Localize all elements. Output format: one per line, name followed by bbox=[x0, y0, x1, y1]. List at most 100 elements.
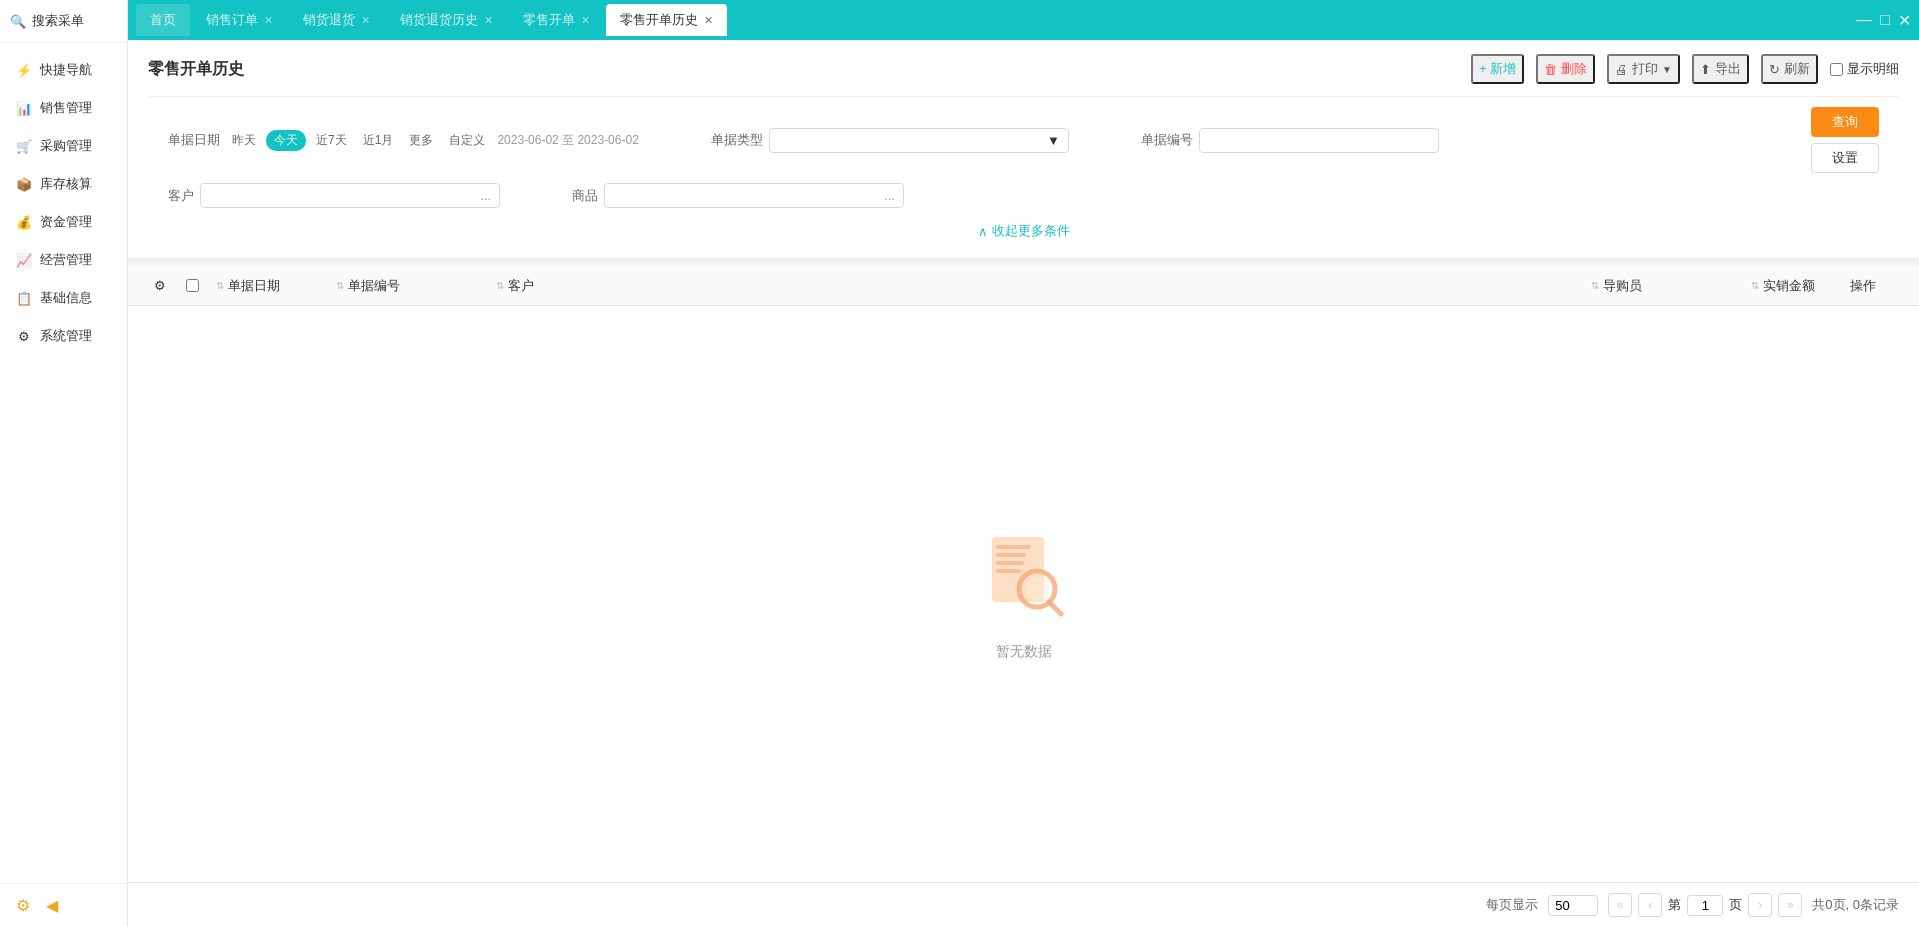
print-icon: 🖨 bbox=[1615, 62, 1628, 77]
col-no: ⇅ 单据编号 bbox=[328, 277, 488, 295]
export-icon: ⬆ bbox=[1700, 62, 1711, 77]
shortcut-1month[interactable]: 近1月 bbox=[357, 130, 400, 151]
settings-button[interactable]: 设置 bbox=[1811, 143, 1879, 173]
collapse-arrow-icon: ∧ bbox=[978, 224, 988, 239]
goods-input[interactable]: ... bbox=[604, 183, 904, 208]
sidebar-item-purchase-mgmt[interactable]: 🛒采购管理 bbox=[0, 127, 127, 165]
type-select[interactable]: ▼ bbox=[769, 128, 1069, 153]
tab-close-sales-order[interactable]: ✕ bbox=[264, 14, 273, 27]
tab-retail-open[interactable]: 零售开单 ✕ bbox=[509, 4, 604, 36]
table-area: ⚙ ⇅ 单据日期 ⇅ 单据编号 ⇅ 客户 ⇅ 导购员 bbox=[128, 266, 1919, 882]
page-number-input[interactable] bbox=[1687, 895, 1723, 916]
col-check bbox=[176, 279, 208, 292]
tab-close-retail-open-history[interactable]: ✕ bbox=[704, 14, 713, 27]
tab-label-sales-order: 销售订单 bbox=[206, 11, 258, 29]
tab-close-retail-open[interactable]: ✕ bbox=[581, 14, 590, 27]
no-input[interactable] bbox=[1199, 128, 1439, 153]
toolbar: + 新增 🗑 删除 🖨 打印 ▼ ⬆ 导出 ↻ bbox=[1471, 54, 1899, 84]
window-controls: — □ ✕ bbox=[1856, 11, 1911, 30]
query-button[interactable]: 查询 bbox=[1811, 107, 1879, 137]
minimize-btn[interactable]: — bbox=[1856, 11, 1872, 29]
goods-filter: 商品 ... bbox=[572, 183, 904, 208]
sort-icon-customer: ⇅ bbox=[496, 280, 504, 291]
tab-sales-return-history[interactable]: 销货退货历史✕ bbox=[386, 4, 507, 36]
sidebar-item-sys-mgmt[interactable]: ⚙系统管理 bbox=[0, 317, 127, 355]
shortcut-yesterday[interactable]: 昨天 bbox=[226, 130, 262, 151]
filter-area: 单据日期 昨天 今天 近7天 近1月 更多 自定义 2023-06-02 至 2… bbox=[148, 96, 1899, 258]
sidebar-item-sales-mgmt[interactable]: 📊销售管理 bbox=[0, 89, 127, 127]
type-select-arrow: ▼ bbox=[1047, 133, 1060, 148]
date-shortcuts: 昨天 今天 近7天 近1月 更多 自定义 bbox=[226, 130, 491, 151]
empty-illustration bbox=[974, 527, 1074, 627]
tab-retail-open-history[interactable]: 零售开单历史 ✕ bbox=[606, 4, 727, 36]
shortcut-7days[interactable]: 近7天 bbox=[310, 130, 353, 151]
col-settings[interactable]: ⚙ bbox=[144, 278, 176, 293]
shortcut-today[interactable]: 今天 bbox=[266, 130, 306, 151]
nav-icon-purchase-mgmt: 🛒 bbox=[16, 138, 32, 154]
first-page-btn[interactable]: « bbox=[1608, 893, 1632, 917]
tab-sales-return[interactable]: 销货退货 ✕ bbox=[289, 4, 384, 36]
collapse-icon[interactable]: ◀ bbox=[46, 896, 58, 915]
export-button[interactable]: ⬆ 导出 bbox=[1692, 54, 1749, 84]
sidebar-item-quick-nav[interactable]: ⚡快捷导航 bbox=[0, 51, 127, 89]
svg-rect-1 bbox=[996, 545, 1031, 549]
prev-page-btn[interactable]: ‹ bbox=[1638, 893, 1662, 917]
col-no-label: 单据编号 bbox=[348, 277, 400, 295]
col-date-label: 单据日期 bbox=[228, 277, 280, 295]
settings-icon[interactable]: ⚙ bbox=[16, 896, 30, 915]
sidebar-search[interactable]: 🔍 搜索采单 bbox=[0, 0, 127, 43]
shortcut-custom[interactable]: 自定义 bbox=[443, 130, 491, 151]
close-btn[interactable]: ✕ bbox=[1898, 11, 1911, 30]
add-button[interactable]: + 新增 bbox=[1471, 54, 1524, 84]
col-amount-label: 实销金额 bbox=[1763, 277, 1815, 295]
tab-close-sales-return-history[interactable]: ✕ bbox=[484, 14, 493, 27]
total-info: 共0页, 0条记录 bbox=[1812, 896, 1899, 914]
tabs-bar: 首页销售订单✕销货退货✕销货退货历史✕零售开单✕零售开单历史✕ — □ ✕ bbox=[128, 0, 1919, 40]
maximize-btn[interactable]: □ bbox=[1880, 11, 1890, 29]
sidebar-item-inventory[interactable]: 📦库存核算 bbox=[0, 165, 127, 203]
sidebar: 🔍 搜索采单 ⚡快捷导航📊销售管理🛒采购管理📦库存核算💰资金管理📈经营管理📋基础… bbox=[0, 0, 128, 927]
refresh-button[interactable]: ↻ 刷新 bbox=[1761, 54, 1818, 84]
col-actions-label: 操作 bbox=[1850, 277, 1876, 295]
nav-icon-operations: 📈 bbox=[16, 252, 32, 268]
col-actions: 操作 bbox=[1823, 277, 1903, 295]
page-header: 零售开单历史 + 新增 🗑 删除 🖨 打印 ▼ ⬆ 导出 bbox=[128, 40, 1919, 258]
page-title-row: 零售开单历史 + 新增 🗑 删除 🖨 打印 ▼ ⬆ 导出 bbox=[148, 54, 1899, 84]
per-page-select[interactable]: 50 10 20 100 bbox=[1548, 895, 1598, 916]
goods-label: 商品 bbox=[572, 187, 598, 205]
show-detail-checkbox[interactable]: 显示明细 bbox=[1830, 60, 1899, 78]
customer-filter: 客户 ... bbox=[168, 183, 500, 208]
customer-input[interactable]: ... bbox=[200, 183, 500, 208]
nav-icon-basic-info: 📋 bbox=[16, 290, 32, 306]
last-page-btn[interactable]: » bbox=[1778, 893, 1802, 917]
no-filter: 单据编号 bbox=[1141, 128, 1439, 153]
page-title: 零售开单历史 bbox=[148, 59, 244, 80]
next-page-btn[interactable]: › bbox=[1748, 893, 1772, 917]
collapse-more-btn[interactable]: ∧ 收起更多条件 bbox=[168, 218, 1879, 248]
tab-label-retail-open-history: 零售开单历史 bbox=[620, 11, 698, 29]
date-range: 2023-06-02 至 2023-06-02 bbox=[497, 132, 638, 149]
tab-sales-order[interactable]: 销售订单 ✕ bbox=[192, 4, 287, 36]
filter-row-1: 单据日期 昨天 今天 近7天 近1月 更多 自定义 2023-06-02 至 2… bbox=[168, 107, 1879, 173]
refresh-icon: ↻ bbox=[1769, 62, 1780, 77]
show-detail-input[interactable] bbox=[1830, 63, 1843, 76]
shortcut-more[interactable]: 更多 bbox=[403, 130, 439, 151]
tab-close-sales-return[interactable]: ✕ bbox=[361, 14, 370, 27]
sidebar-item-operations[interactable]: 📈经营管理 bbox=[0, 241, 127, 279]
tab-label-sales-return: 销货退货 bbox=[303, 11, 355, 29]
sort-icon-amount: ⇅ bbox=[1751, 280, 1759, 291]
nav-icon-finance: 💰 bbox=[16, 214, 32, 230]
sidebar-item-finance[interactable]: 💰资金管理 bbox=[0, 203, 127, 241]
select-all-checkbox[interactable] bbox=[186, 279, 199, 292]
content-area: 零售开单历史 + 新增 🗑 删除 🖨 打印 ▼ ⬆ 导出 bbox=[128, 40, 1919, 927]
table-header: ⚙ ⇅ 单据日期 ⇅ 单据编号 ⇅ 客户 ⇅ 导购员 bbox=[128, 266, 1919, 306]
tab-label-retail-open: 零售开单 bbox=[523, 11, 575, 29]
print-button[interactable]: 🖨 打印 ▼ bbox=[1607, 54, 1680, 84]
sidebar-item-basic-info[interactable]: 📋基础信息 bbox=[0, 279, 127, 317]
tab-home[interactable]: 首页 bbox=[136, 4, 190, 36]
delete-button[interactable]: 🗑 删除 bbox=[1536, 54, 1595, 84]
print-dropdown-icon: ▼ bbox=[1662, 64, 1672, 75]
page-nav: « ‹ 第 页 › » bbox=[1608, 893, 1802, 917]
tab-label-home: 首页 bbox=[150, 11, 176, 29]
empty-state: 暂无数据 bbox=[128, 306, 1919, 882]
